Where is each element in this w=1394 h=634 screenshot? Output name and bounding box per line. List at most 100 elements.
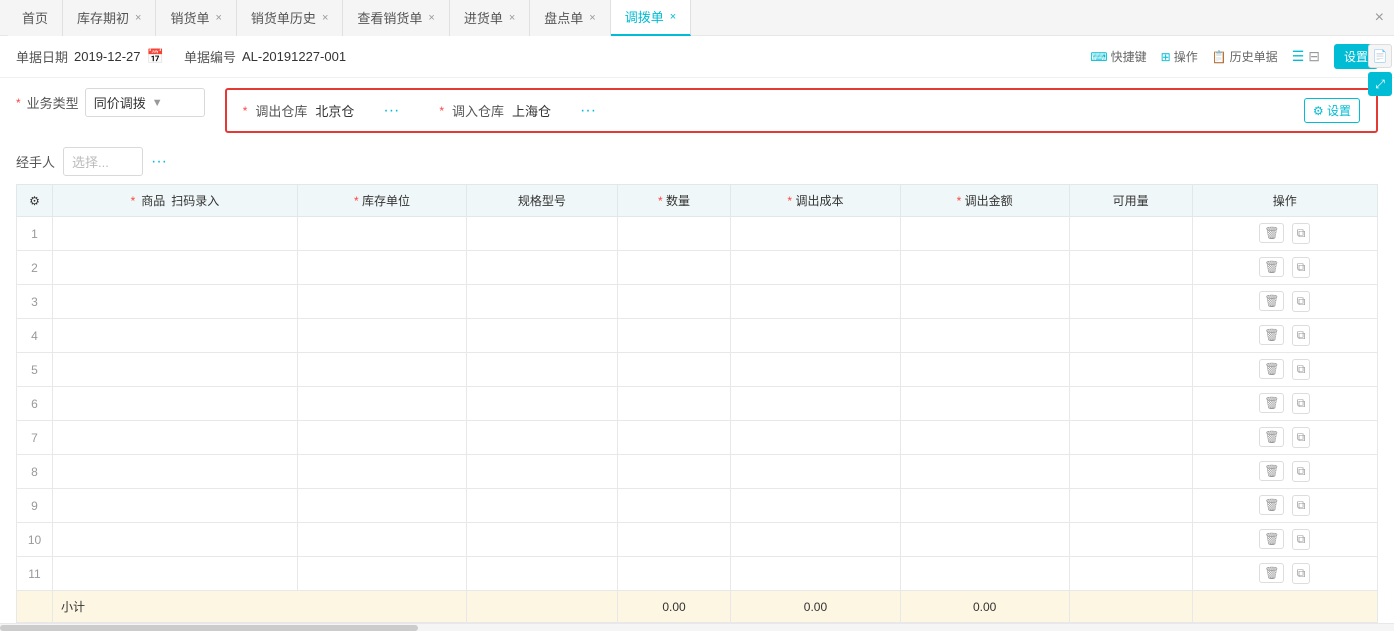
close-purchase[interactable]: × (509, 12, 515, 24)
copy-btn-7[interactable]: ⧉ (1292, 427, 1311, 448)
cell-qty-1[interactable] (617, 217, 731, 251)
cell-product-7[interactable] (53, 421, 298, 455)
cell-product-10[interactable] (53, 523, 298, 557)
cell-available-1[interactable] (1069, 217, 1192, 251)
cell-available-6[interactable] (1069, 387, 1192, 421)
cell-spec-3[interactable] (467, 285, 618, 319)
close-inventory-init[interactable]: × (135, 12, 141, 24)
scan-entry-btn[interactable]: 扫码录入 (171, 192, 219, 209)
cell-cost-9[interactable] (731, 489, 900, 523)
cell-amount-11[interactable] (900, 557, 1069, 591)
cell-available-10[interactable] (1069, 523, 1192, 557)
cell-cost-6[interactable] (731, 387, 900, 421)
cell-amount-10[interactable] (900, 523, 1069, 557)
tab-sales-history[interactable]: 销货单历史 × (237, 0, 343, 36)
tab-inventory-init[interactable]: 库存期初 × (63, 0, 156, 36)
layout-icon-list[interactable]: ☰ (1292, 48, 1305, 65)
copy-btn-4[interactable]: ⧉ (1292, 325, 1311, 346)
cell-amount-7[interactable] (900, 421, 1069, 455)
biz-type-select[interactable]: 同价调拨 ▼ (85, 88, 205, 117)
cell-amount-2[interactable] (900, 251, 1069, 285)
copy-btn-5[interactable]: ⧉ (1292, 359, 1311, 380)
copy-btn-3[interactable]: ⧉ (1292, 291, 1311, 312)
cell-qty-3[interactable] (617, 285, 731, 319)
cell-unit-6[interactable] (297, 387, 466, 421)
th-settings[interactable]: ⚙ (17, 185, 53, 217)
cell-unit-8[interactable] (297, 455, 466, 489)
tab-home[interactable]: 首页 (8, 0, 63, 36)
cell-available-5[interactable] (1069, 353, 1192, 387)
cell-qty-2[interactable] (617, 251, 731, 285)
cell-available-11[interactable] (1069, 557, 1192, 591)
delete-btn-11[interactable]: 🗑 (1259, 563, 1284, 583)
cell-qty-10[interactable] (617, 523, 731, 557)
cell-unit-10[interactable] (297, 523, 466, 557)
scroll-thumb[interactable] (0, 625, 418, 631)
history-btn[interactable]: 📋 历史单据 (1212, 48, 1278, 65)
cell-qty-11[interactable] (617, 557, 731, 591)
cell-cost-4[interactable] (731, 319, 900, 353)
cell-available-2[interactable] (1069, 251, 1192, 285)
cell-product-3[interactable] (53, 285, 298, 319)
operations-btn[interactable]: ⊞ 操作 (1161, 48, 1198, 65)
tab-sales-order[interactable]: 销货单 × (156, 0, 236, 36)
cell-cost-8[interactable] (731, 455, 900, 489)
copy-btn-9[interactable]: ⧉ (1292, 495, 1311, 516)
calendar-icon[interactable]: 📅 (147, 48, 164, 65)
tab-inventory-check[interactable]: 盘点单 × (530, 0, 610, 36)
cell-qty-6[interactable] (617, 387, 731, 421)
close-inventory-check[interactable]: × (589, 12, 595, 24)
cell-spec-1[interactable] (467, 217, 618, 251)
cell-amount-8[interactable] (900, 455, 1069, 489)
side-doc-btn[interactable]: 📄 (1368, 44, 1392, 68)
cell-cost-11[interactable] (731, 557, 900, 591)
horizontal-scrollbar[interactable] (0, 623, 1394, 631)
cell-product-8[interactable] (53, 455, 298, 489)
cell-amount-6[interactable] (900, 387, 1069, 421)
copy-btn-11[interactable]: ⧉ (1292, 563, 1311, 584)
cell-available-9[interactable] (1069, 489, 1192, 523)
cell-spec-2[interactable] (467, 251, 618, 285)
cell-spec-6[interactable] (467, 387, 618, 421)
delete-btn-4[interactable]: 🗑 (1259, 325, 1284, 345)
cell-spec-11[interactable] (467, 557, 618, 591)
cell-product-9[interactable] (53, 489, 298, 523)
cell-unit-11[interactable] (297, 557, 466, 591)
close-view-sales[interactable]: × (428, 12, 434, 24)
tab-transfer[interactable]: 调拨单 × (611, 0, 691, 36)
cell-spec-9[interactable] (467, 489, 618, 523)
cell-qty-8[interactable] (617, 455, 731, 489)
handler-input[interactable]: 选择... (63, 147, 143, 176)
delete-btn-6[interactable]: 🗑 (1259, 393, 1284, 413)
delete-btn-2[interactable]: 🗑 (1259, 257, 1284, 277)
cell-cost-3[interactable] (731, 285, 900, 319)
cell-unit-3[interactable] (297, 285, 466, 319)
cell-spec-4[interactable] (467, 319, 618, 353)
cell-unit-2[interactable] (297, 251, 466, 285)
cell-unit-4[interactable] (297, 319, 466, 353)
cell-spec-10[interactable] (467, 523, 618, 557)
cell-amount-4[interactable] (900, 319, 1069, 353)
cell-product-4[interactable] (53, 319, 298, 353)
close-sales-history[interactable]: × (322, 12, 328, 24)
cell-amount-1[interactable] (900, 217, 1069, 251)
cell-product-1[interactable] (53, 217, 298, 251)
cell-spec-5[interactable] (467, 353, 618, 387)
copy-btn-2[interactable]: ⧉ (1292, 257, 1311, 278)
close-all-tabs[interactable]: × (1375, 9, 1384, 27)
cell-spec-7[interactable] (467, 421, 618, 455)
cell-cost-1[interactable] (731, 217, 900, 251)
cell-cost-10[interactable] (731, 523, 900, 557)
cell-qty-5[interactable] (617, 353, 731, 387)
cell-product-2[interactable] (53, 251, 298, 285)
out-wh-more-btn[interactable]: ··· (383, 103, 399, 119)
cell-available-4[interactable] (1069, 319, 1192, 353)
delete-btn-9[interactable]: 🗑 (1259, 495, 1284, 515)
cell-available-8[interactable] (1069, 455, 1192, 489)
cell-qty-9[interactable] (617, 489, 731, 523)
delete-btn-8[interactable]: 🗑 (1259, 461, 1284, 481)
cell-cost-5[interactable] (731, 353, 900, 387)
cell-amount-3[interactable] (900, 285, 1069, 319)
copy-btn-6[interactable]: ⧉ (1292, 393, 1311, 414)
cell-qty-7[interactable] (617, 421, 731, 455)
